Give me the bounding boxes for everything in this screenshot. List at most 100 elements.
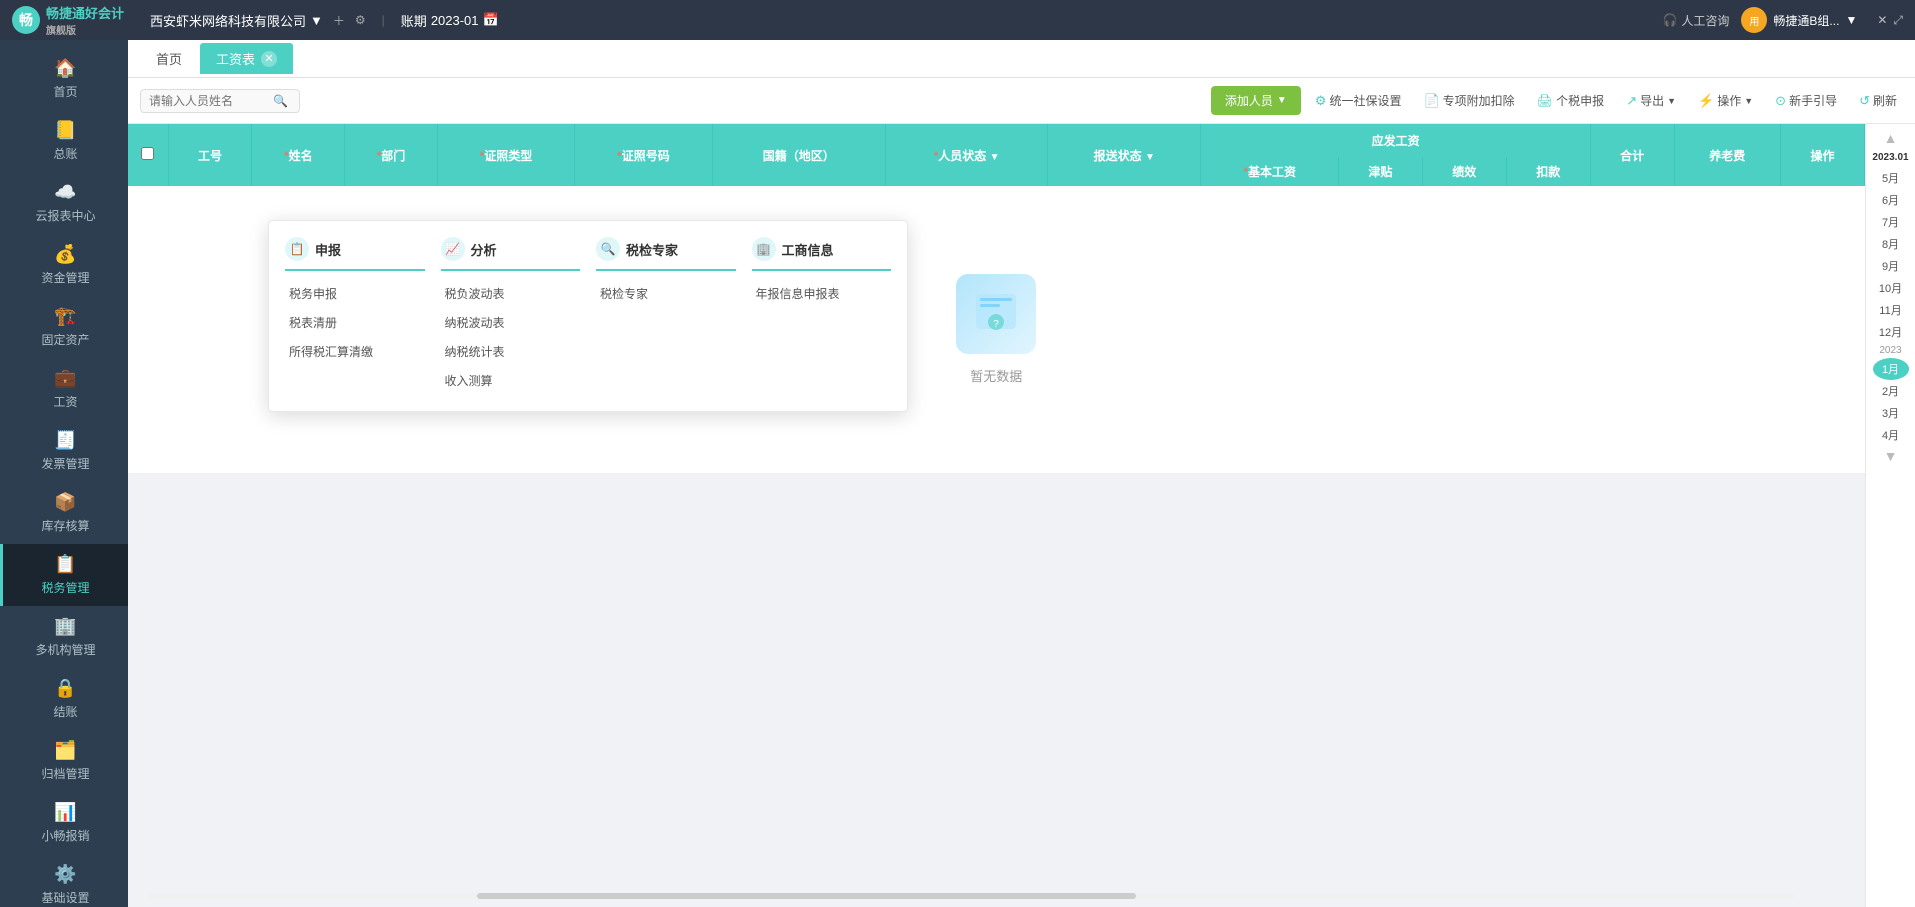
timeline-month-3[interactable]: 3月 bbox=[1873, 402, 1909, 424]
timeline-month-4[interactable]: 4月 bbox=[1873, 424, 1909, 446]
app-title-wrapper: 畅捷通好会计 旗舰版 bbox=[46, 3, 124, 37]
tab-home[interactable]: 首页 bbox=[140, 43, 198, 74]
export-btn[interactable]: ↗ 导出 ▼ bbox=[1620, 88, 1682, 113]
sidebar-item-tax[interactable]: 📋 税务管理 bbox=[0, 544, 128, 606]
social-insurance-icon: ⚙ bbox=[1315, 93, 1327, 109]
logo-icon: 畅 bbox=[12, 6, 40, 34]
timeline-month-2[interactable]: 2月 bbox=[1873, 380, 1909, 402]
maximize-window-icon[interactable]: ⤢ bbox=[1893, 13, 1903, 28]
ledger-icon: 📒 bbox=[54, 120, 76, 141]
timeline-month-10[interactable]: 10月 bbox=[1873, 277, 1909, 299]
company-selector[interactable]: 西安虾米网络科技有限公司 ▼ bbox=[150, 11, 323, 30]
settings-icon[interactable]: ⚙ bbox=[355, 13, 366, 27]
sidebar-item-salary[interactable]: 💼 工资 bbox=[0, 358, 128, 420]
salary-icon: 💼 bbox=[54, 368, 76, 389]
timeline-down-icon[interactable]: ▼ bbox=[1882, 446, 1900, 466]
scroll-track bbox=[148, 893, 1795, 899]
special-deduction-icon: 📄 bbox=[1423, 93, 1439, 109]
period-selector[interactable]: 账期 2023-01 📅 bbox=[401, 11, 499, 30]
search-box: 🔍 bbox=[140, 89, 300, 113]
separator: | bbox=[382, 13, 385, 27]
timeline-month-1[interactable]: 1月 bbox=[1873, 358, 1909, 380]
individual-tax-btn[interactable]: 🖨 个税申报 bbox=[1531, 88, 1611, 113]
customer-service[interactable]: 🎧 人工咨询 bbox=[1662, 12, 1729, 29]
sidebar-item-ledger[interactable]: 📒 总账 bbox=[0, 110, 128, 172]
search-input[interactable] bbox=[149, 94, 269, 108]
analysis-header: 📈 分析 bbox=[441, 237, 581, 271]
business-icon: 🏢 bbox=[752, 237, 776, 261]
scrollbar[interactable] bbox=[128, 893, 1815, 899]
sidebar-item-home[interactable]: 🏠 首页 bbox=[0, 48, 128, 110]
refresh-icon: ↺ bbox=[1859, 93, 1870, 109]
refresh-btn[interactable]: ↺ 刷新 bbox=[1853, 88, 1903, 113]
special-deduction-btn[interactable]: 📄 专项附加扣除 bbox=[1417, 88, 1520, 113]
user-avatar: 用 bbox=[1741, 7, 1767, 33]
timeline-month-5[interactable]: 5月 bbox=[1873, 167, 1909, 189]
th-checkbox[interactable] bbox=[128, 124, 168, 186]
period-value: 2023-01 bbox=[431, 13, 479, 28]
sidebar-item-report[interactable]: 📊 小畅报销 bbox=[0, 792, 128, 854]
th-total: 合计 bbox=[1590, 124, 1674, 186]
dropdown-item-tax-change[interactable]: 纳税波动表 bbox=[441, 308, 581, 337]
dropdown-item-annual-report[interactable]: 年报信息申报表 bbox=[752, 279, 892, 308]
timeline-month-8[interactable]: 8月 bbox=[1873, 233, 1909, 255]
th-id-num: *证照号码 bbox=[575, 124, 712, 186]
sidebar-item-assets[interactable]: 🏗️ 固定资产 bbox=[0, 296, 128, 358]
person-status-filter-icon[interactable]: ▼ bbox=[990, 152, 1000, 163]
sidebar-item-invoice[interactable]: 🧾 发票管理 bbox=[0, 420, 128, 482]
sidebar-item-close[interactable]: 🔒 结账 bbox=[0, 668, 128, 730]
funds-icon: 💰 bbox=[54, 244, 76, 265]
dropdown-item-tax-table[interactable]: 税表清册 bbox=[285, 308, 425, 337]
close-period-icon: 🔒 bbox=[54, 678, 76, 699]
operation-btn[interactable]: ⚡ 操作 ▼ bbox=[1692, 88, 1759, 113]
sidebar-item-settings[interactable]: ⚙️ 基础设置 bbox=[0, 854, 128, 907]
sidebar-item-inventory[interactable]: 📦 库存核算 bbox=[0, 482, 128, 544]
dropdown-section-analysis: 📈 分析 税负波动表 纳税波动表 纳税统计表 收入测算 bbox=[441, 237, 581, 395]
add-person-button[interactable]: 添加人员 ▼ bbox=[1211, 86, 1301, 115]
home-icon: 🏠 bbox=[54, 58, 76, 79]
tab-home-label: 首页 bbox=[156, 52, 182, 67]
timeline-month-12[interactable]: 12月 bbox=[1873, 321, 1909, 343]
th-person-status: *人员状态 ▼ bbox=[886, 124, 1048, 186]
dropdown-item-tax-declare[interactable]: 税务申报 bbox=[285, 279, 425, 308]
select-all-checkbox[interactable] bbox=[141, 147, 154, 160]
guide-btn[interactable]: ⊙ 新手引导 bbox=[1769, 88, 1843, 113]
operation-label: 操作 bbox=[1717, 92, 1741, 109]
export-chevron-icon: ▼ bbox=[1667, 96, 1676, 106]
dropdown-item-income-calc[interactable]: 收入测算 bbox=[441, 366, 581, 395]
th-basic-wage: *基本工资 bbox=[1201, 157, 1338, 186]
business-header: 🏢 工商信息 bbox=[752, 237, 892, 271]
sidebar-item-cloud[interactable]: ☁️ 云报表中心 bbox=[0, 172, 128, 234]
dropdown-item-tax-expert[interactable]: 税检专家 bbox=[596, 279, 736, 308]
timeline-month-9[interactable]: 9月 bbox=[1873, 255, 1909, 277]
report-status-filter-icon[interactable]: ▼ bbox=[1145, 152, 1155, 163]
search-icon: 🔍 bbox=[273, 94, 288, 108]
dropdown-item-tax-burden[interactable]: 税负波动表 bbox=[441, 279, 581, 308]
tab-salary-table[interactable]: 工资表 ✕ bbox=[200, 43, 293, 74]
th-report-status: 报送状态 ▼ bbox=[1048, 124, 1201, 186]
invoice-icon: 🧾 bbox=[54, 430, 76, 451]
th-action: 操作 bbox=[1780, 124, 1864, 186]
toolbar: 🔍 添加人员 ▼ ⚙ 统一社保设置 📄 专项附加扣除 🖨 个税申报 bbox=[128, 78, 1915, 124]
timeline-up-icon[interactable]: ▲ bbox=[1882, 128, 1900, 148]
timeline-month-6[interactable]: 6月 bbox=[1873, 189, 1909, 211]
report-icon: 📊 bbox=[54, 802, 76, 823]
company-name: 西安虾米网络科技有限公司 bbox=[150, 11, 306, 30]
timeline-month-7[interactable]: 7月 bbox=[1873, 211, 1909, 233]
dropdown-item-income-tax[interactable]: 所得税汇算清缴 bbox=[285, 337, 425, 366]
scroll-thumb[interactable] bbox=[477, 893, 1136, 899]
sidebar-item-multi[interactable]: 🏢 多机构管理 bbox=[0, 606, 128, 668]
social-insurance-btn[interactable]: ⚙ 统一社保设置 bbox=[1309, 88, 1408, 113]
close-window-icon[interactable]: ✕ bbox=[1877, 13, 1887, 28]
tax-expert-title: 税检专家 bbox=[626, 240, 678, 259]
timeline-month-11[interactable]: 11月 bbox=[1873, 299, 1909, 321]
sidebar-label-report: 小畅报销 bbox=[41, 827, 89, 844]
sidebar-item-funds[interactable]: 💰 资金管理 bbox=[0, 234, 128, 296]
user-menu[interactable]: 用 畅捷通B组... ▼ bbox=[1741, 7, 1857, 33]
add-company-icon[interactable]: ＋ bbox=[333, 12, 345, 29]
tab-close-icon[interactable]: ✕ bbox=[261, 51, 277, 67]
sidebar-item-archive[interactable]: 🗂️ 归档管理 bbox=[0, 730, 128, 792]
top-bar: 畅 畅捷通好会计 旗舰版 西安虾米网络科技有限公司 ▼ ＋ ⚙ | 账期 202… bbox=[0, 0, 1915, 40]
th-id-type: *证照类型 bbox=[437, 124, 574, 186]
dropdown-item-tax-stats[interactable]: 纳税统计表 bbox=[441, 337, 581, 366]
